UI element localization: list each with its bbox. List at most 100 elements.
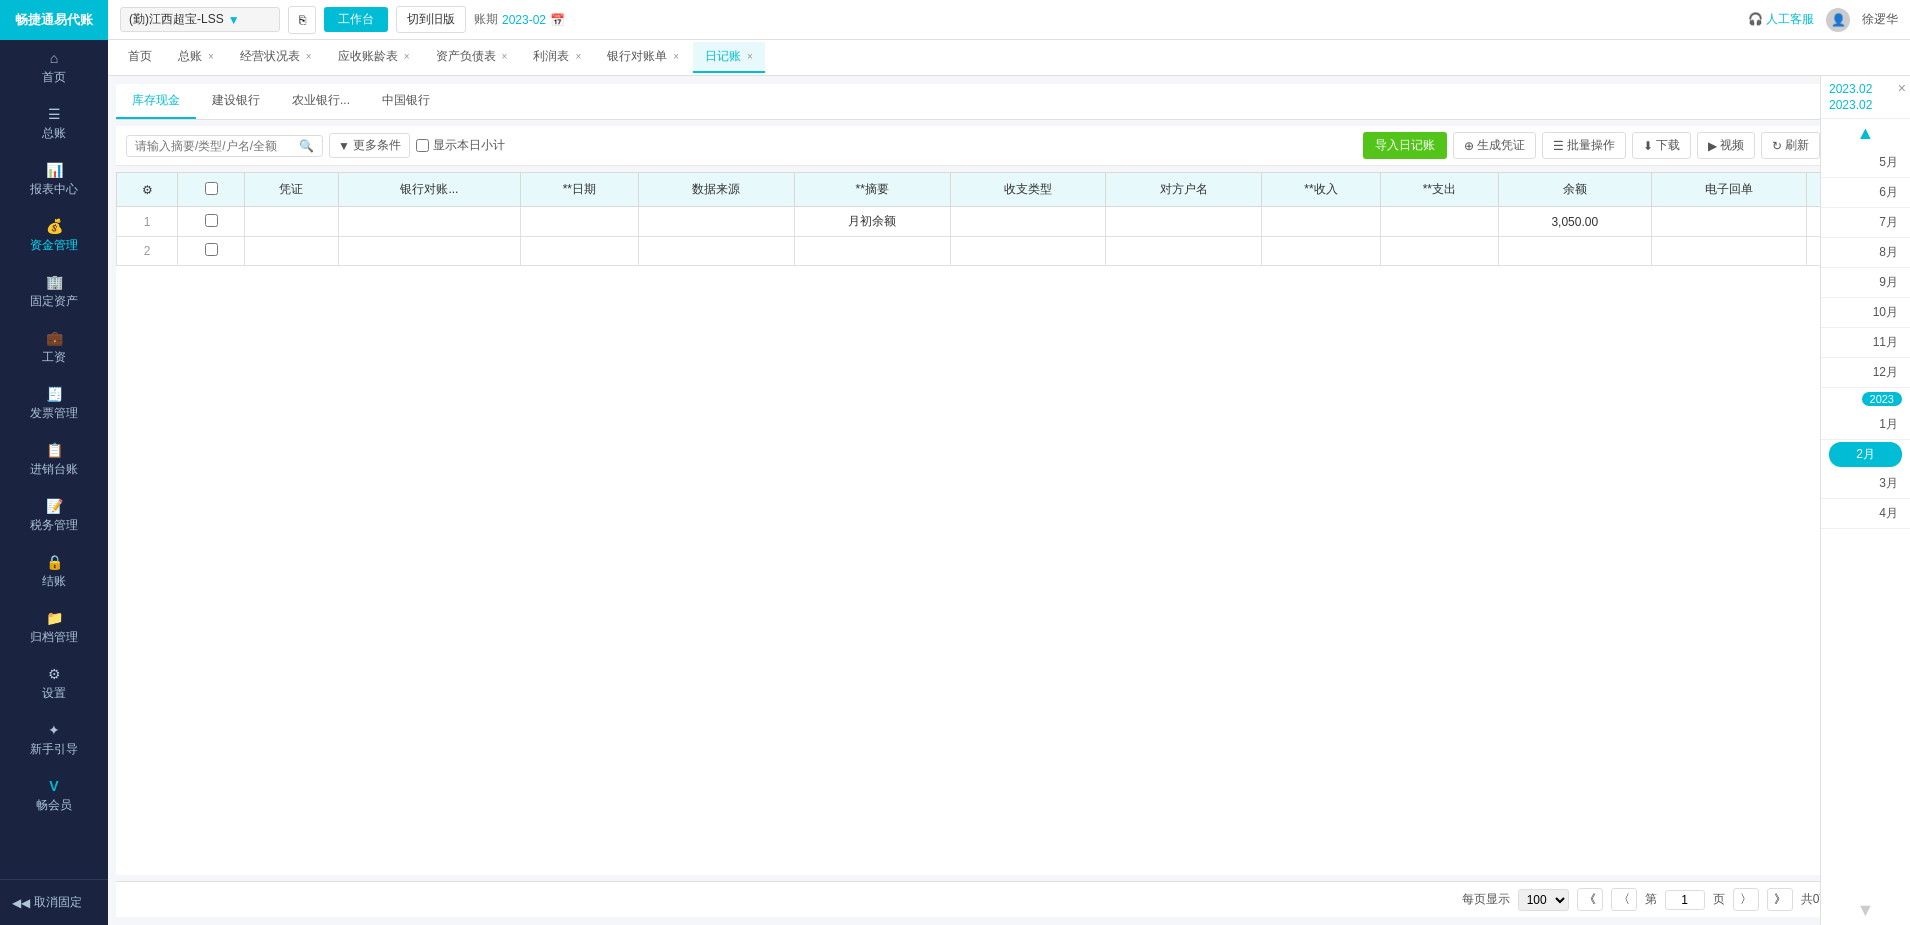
tab-close-assets[interactable]: ×	[502, 51, 508, 62]
sidebar-item-home[interactable]: ⌂ 首页	[0, 40, 108, 96]
sidebar-item-assets[interactable]: 🏢 固定资产	[0, 264, 108, 320]
tab-close-ledger[interactable]: ×	[208, 51, 214, 62]
search-input[interactable]	[135, 139, 295, 153]
sidebar-label-archive: 归档管理	[30, 629, 78, 646]
download-button[interactable]: ⬇ 下载	[1632, 132, 1691, 159]
down-arrow-icon[interactable]: ▼	[1857, 900, 1875, 921]
tab-receivable[interactable]: 应收账龄表 ×	[326, 42, 422, 73]
sub-tab-cash[interactable]: 库存现金	[116, 84, 196, 119]
tab-status[interactable]: 经营状况表 ×	[228, 42, 324, 73]
row-checkbox-2[interactable]	[178, 237, 244, 266]
date-nav-up[interactable]: ▲	[1821, 119, 1910, 148]
service-link[interactable]: 🎧 人工客服	[1748, 11, 1814, 28]
import-journal-button[interactable]: 导入日记账	[1363, 132, 1447, 159]
sidebar-item-invoice[interactable]: 🧾 发票管理	[0, 376, 108, 432]
up-arrow-icon[interactable]: ▲	[1857, 123, 1875, 144]
invoice-icon: 🧾	[46, 386, 63, 402]
tab-home[interactable]: 首页	[116, 42, 164, 73]
month-item-1[interactable]: 1月	[1821, 410, 1910, 440]
th-bank-no: 银行对账...	[339, 173, 520, 207]
company-selector[interactable]: (勤)江西超宝-LSS ▼	[120, 7, 280, 32]
select-all-checkbox[interactable]	[205, 182, 218, 195]
filter-button[interactable]: ▼ 更多条件	[329, 133, 410, 158]
company-dropdown-icon[interactable]: ▼	[228, 13, 240, 27]
table-row: 1 月初余额 3,050.00	[117, 207, 1902, 237]
tab-close-receivable[interactable]: ×	[404, 51, 410, 62]
th-checkbox[interactable]	[178, 173, 244, 207]
month-item-4[interactable]: 4月	[1821, 499, 1910, 529]
sub-tab-ccb[interactable]: 建设银行	[196, 84, 276, 119]
date-panel-close-button[interactable]: ×	[1898, 80, 1906, 96]
page-size-select[interactable]: 100 10 20 50	[1518, 889, 1569, 911]
show-daily-checkbox[interactable]: 显示本日小计	[416, 137, 505, 154]
video-button[interactable]: ▶ 视频	[1697, 132, 1755, 159]
refresh-button[interactable]: ↻ 刷新	[1761, 132, 1820, 159]
sidebar-item-purchase[interactable]: 📋 进销台账	[0, 432, 108, 488]
tab-bank[interactable]: 银行对账单 ×	[595, 42, 691, 73]
row-voucher-2	[244, 237, 339, 266]
month-item-11[interactable]: 11月	[1821, 328, 1910, 358]
tab-close-status[interactable]: ×	[306, 51, 312, 62]
month-item-12[interactable]: 12月	[1821, 358, 1910, 388]
sidebar-item-archive[interactable]: 📁 归档管理	[0, 600, 108, 656]
prev-page-button[interactable]: 〈	[1611, 888, 1637, 911]
unpin-button[interactable]: ◀◀ 取消固定	[4, 888, 104, 917]
next-page-button[interactable]: 〉	[1733, 888, 1759, 911]
date-nav-down[interactable]: ▼	[1821, 896, 1910, 925]
headset-icon: 🎧	[1748, 12, 1763, 26]
sidebar-item-fund[interactable]: 💰 资金管理	[0, 208, 108, 264]
month-item-8[interactable]: 8月	[1821, 238, 1910, 268]
search-icon[interactable]: 🔍	[299, 139, 314, 153]
copy-icon-btn[interactable]: ⎘	[288, 6, 316, 34]
sub-tab-abc[interactable]: 农业银行...	[276, 84, 366, 119]
row-num-1: 1	[117, 207, 178, 237]
username[interactable]: 徐逻华	[1862, 11, 1898, 28]
sidebar-label-close: 结账	[42, 573, 66, 590]
period-display-1: 2023.02	[1829, 82, 1902, 96]
daily-subtotal-checkbox[interactable]	[416, 139, 429, 152]
batch-op-button[interactable]: ☰ 批量操作	[1542, 132, 1626, 159]
row-bank-no-2	[339, 237, 520, 266]
tab-profit[interactable]: 利润表 ×	[521, 42, 593, 73]
unpin-label: 取消固定	[34, 894, 82, 911]
row-pay-type-1	[950, 207, 1106, 237]
month-item-7[interactable]: 7月	[1821, 208, 1910, 238]
page-number-input[interactable]	[1665, 890, 1705, 910]
calendar-icon[interactable]: 📅	[550, 13, 565, 27]
sidebar-label-fund: 资金管理	[30, 237, 78, 254]
sub-tab-boc[interactable]: 中国银行	[366, 84, 446, 119]
workbench-button[interactable]: 工作台	[324, 7, 388, 32]
month-item-6[interactable]: 6月	[1821, 178, 1910, 208]
old-version-button[interactable]: 切到旧版	[396, 6, 466, 33]
first-page-button[interactable]: 《	[1577, 888, 1603, 911]
last-page-button[interactable]: 》	[1767, 888, 1793, 911]
row-checkbox-1[interactable]	[178, 207, 244, 237]
sidebar-item-reports[interactable]: 📊 报表中心	[0, 152, 108, 208]
tab-journal[interactable]: 日记账 ×	[693, 42, 765, 73]
month-item-3[interactable]: 3月	[1821, 469, 1910, 499]
generate-voucher-button[interactable]: ⊕ 生成凭证	[1453, 132, 1536, 159]
month-item-9[interactable]: 9月	[1821, 268, 1910, 298]
sidebar-item-salary[interactable]: 💼 工资	[0, 320, 108, 376]
month-item-10[interactable]: 10月	[1821, 298, 1910, 328]
month-item-5[interactable]: 5月	[1821, 148, 1910, 178]
tab-close-journal[interactable]: ×	[747, 51, 753, 62]
month-item-2-active[interactable]: 2月	[1829, 442, 1902, 467]
ledger-icon: ☰	[48, 106, 61, 122]
tab-assets[interactable]: 资产负债表 ×	[424, 42, 520, 73]
sidebar-item-guide[interactable]: ✦ 新手引导	[0, 712, 108, 768]
home-icon: ⌂	[50, 50, 58, 66]
tab-close-bank[interactable]: ×	[673, 51, 679, 62]
table-settings-icon[interactable]: ⚙	[142, 183, 153, 197]
tab-ledger[interactable]: 总账 ×	[166, 42, 226, 73]
row-num-2: 2	[117, 237, 178, 266]
search-box[interactable]: 🔍	[126, 135, 323, 157]
tab-close-profit[interactable]: ×	[575, 51, 581, 62]
sidebar-item-close[interactable]: 🔒 结账	[0, 544, 108, 600]
th-settings[interactable]: ⚙	[117, 173, 178, 207]
sidebar-item-settings[interactable]: ⚙ 设置	[0, 656, 108, 712]
download-icon: ⬇	[1643, 139, 1653, 153]
sidebar-item-tax[interactable]: 📝 税务管理	[0, 488, 108, 544]
sidebar-item-member[interactable]: V 畅会员	[0, 768, 108, 824]
sidebar-item-ledger[interactable]: ☰ 总账	[0, 96, 108, 152]
